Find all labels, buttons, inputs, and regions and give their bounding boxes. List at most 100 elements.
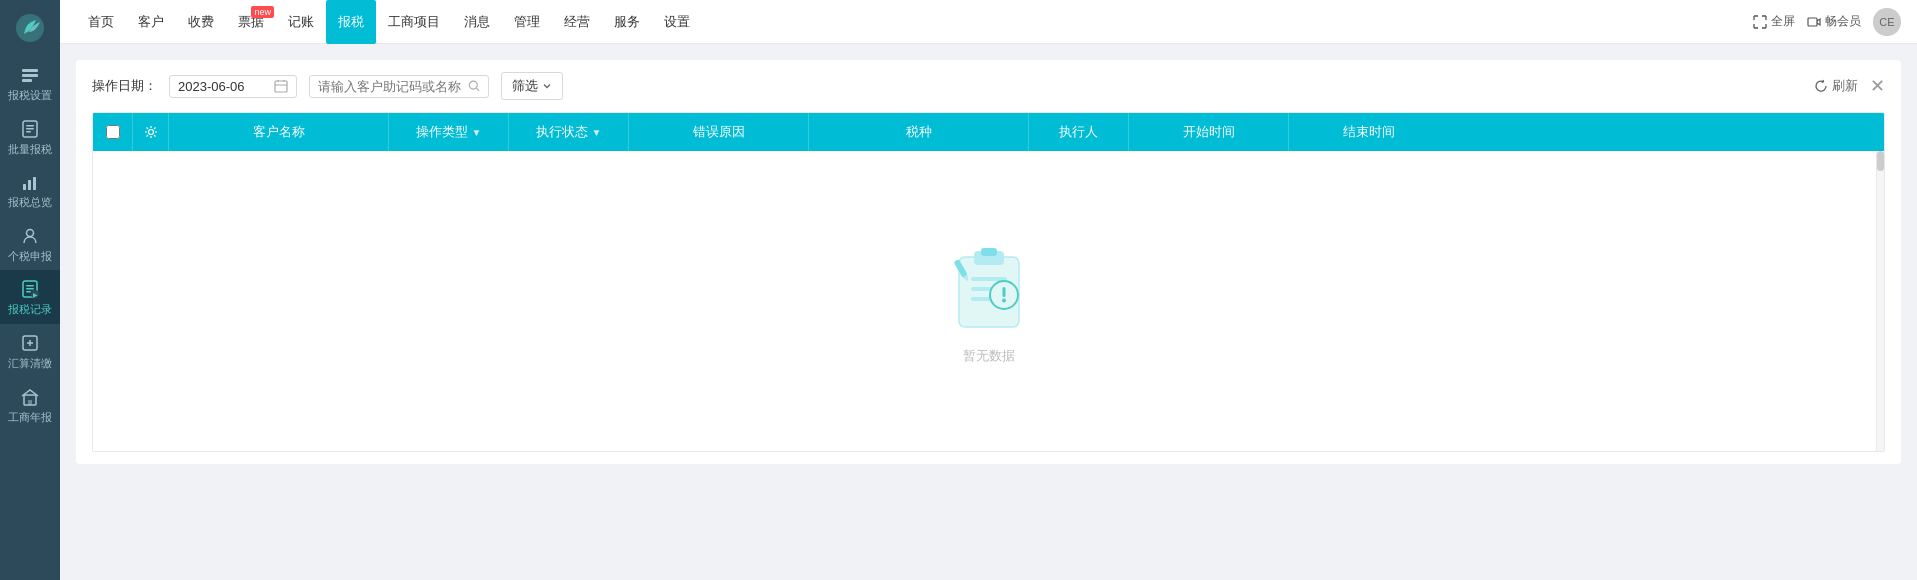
data-table: 客户名称 操作类型 ▼ 执行状态 ▼ 错误原因 税种: [92, 112, 1885, 452]
content-panel: 操作日期： 筛选: [76, 60, 1901, 464]
person-icon: [19, 225, 41, 247]
sort-icon-operation[interactable]: ▼: [472, 127, 482, 138]
nav-item-gongshang-xiangmu[interactable]: 工商项目: [376, 0, 452, 44]
svg-rect-3: [22, 79, 32, 82]
nav-right: 全屏 畅会员 CE: [1753, 8, 1901, 36]
top-nav: 首页 客户 收费 票据 new 记账 报税 工商项目 消息 管理 经营: [60, 0, 1917, 44]
th-checkbox[interactable]: [93, 113, 133, 151]
svg-rect-20: [28, 400, 32, 405]
calendar-icon: [274, 79, 288, 93]
svg-rect-29: [981, 248, 997, 256]
search-wrapper[interactable]: [309, 75, 489, 98]
th-client-name: 客户名称: [169, 113, 389, 151]
calculate-icon: [19, 332, 41, 354]
svg-rect-14: [26, 288, 34, 290]
user-avatar[interactable]: CE: [1873, 8, 1901, 36]
th-settings[interactable]: [133, 113, 169, 151]
svg-rect-24: [275, 81, 287, 92]
nav-item-piaoju[interactable]: 票据 new: [226, 0, 276, 44]
svg-rect-15: [26, 291, 31, 293]
svg-rect-2: [22, 74, 38, 77]
th-operation-type: 操作类型 ▼: [389, 113, 509, 151]
svg-point-11: [27, 229, 34, 236]
nav-item-guanli[interactable]: 管理: [502, 0, 552, 44]
search-input[interactable]: [318, 79, 462, 94]
svg-rect-1: [22, 69, 38, 72]
date-input[interactable]: [178, 79, 268, 94]
sidebar-label-piliang-baoshui: 批量报税: [8, 143, 52, 156]
refresh-button[interactable]: 刷新: [1814, 77, 1858, 95]
sidebar-item-gongshangnianba[interactable]: 工商年报: [0, 378, 60, 432]
video-icon: [1807, 15, 1821, 29]
sidebar-label-gongshangnianba: 工商年报: [8, 411, 52, 424]
table-header: 客户名称 操作类型 ▼ 执行状态 ▼ 错误原因 税种: [93, 113, 1884, 151]
refresh-icon: [1814, 79, 1828, 93]
nav-item-baoshui[interactable]: 报税: [326, 0, 376, 44]
sidebar-item-huisuan-jiaona[interactable]: 汇算清缴: [0, 324, 60, 378]
nav-item-shezhi[interactable]: 设置: [652, 0, 702, 44]
svg-rect-6: [26, 128, 34, 130]
scrollbar-thumb[interactable]: [1877, 151, 1884, 171]
date-label: 操作日期：: [92, 77, 157, 95]
nav-item-jingying[interactable]: 经营: [552, 0, 602, 44]
chevron-down-icon: [542, 81, 552, 91]
filter-button[interactable]: 筛选: [501, 72, 563, 100]
nav-item-shoufei[interactable]: 收费: [176, 0, 226, 44]
sidebar-item-geshuishenbao[interactable]: 个税申报: [0, 217, 60, 271]
empty-illustration: [939, 237, 1039, 347]
app-logo: [10, 8, 50, 48]
nav-item-shouye[interactable]: 首页: [76, 0, 126, 44]
svg-point-26: [148, 130, 153, 135]
sidebar-label-baoshui-shezhi: 报税设置: [8, 89, 52, 102]
th-exec-status: 执行状态 ▼: [509, 113, 629, 151]
new-badge: new: [251, 6, 274, 19]
svg-rect-21: [1808, 18, 1817, 26]
svg-rect-9: [28, 180, 31, 190]
scrollbar[interactable]: [1876, 151, 1884, 451]
sidebar-item-baoshui-jilu[interactable]: ▶ 报税记录: [0, 270, 60, 324]
sidebar-label-baoshui-zongluan: 报税总览: [8, 196, 52, 209]
svg-rect-8: [23, 184, 26, 190]
th-tax-type: 税种: [809, 113, 1029, 151]
company-icon: [19, 386, 41, 408]
table-body: 暂无数据: [93, 151, 1884, 451]
sidebar-label-baoshui-jilu: 报税记录: [8, 303, 52, 316]
sidebar-item-baoshui-zongluan[interactable]: 报税总览: [0, 163, 60, 217]
content: 操作日期： 筛选: [60, 44, 1917, 580]
toolbar-right: 刷新 ✕: [1814, 77, 1885, 95]
sort-icon-exec-status[interactable]: ▼: [592, 127, 602, 138]
svg-rect-34: [1002, 287, 1005, 297]
nav-item-xiaoxi[interactable]: 消息: [452, 0, 502, 44]
date-input-wrapper[interactable]: [169, 75, 297, 98]
nav-item-jizhang[interactable]: 记账: [276, 0, 326, 44]
svg-text:▶: ▶: [33, 292, 38, 298]
svg-rect-5: [26, 125, 34, 127]
svg-point-35: [1002, 299, 1006, 303]
member-btn[interactable]: 畅会员: [1807, 13, 1861, 30]
svg-rect-13: [26, 285, 34, 287]
overview-icon: [19, 171, 41, 193]
sidebar-item-baoshui-shezhi[interactable]: 报税设置: [0, 56, 60, 110]
fullscreen-btn[interactable]: 全屏: [1753, 13, 1795, 30]
sidebar-label-geshuishenbao: 个税申报: [8, 250, 52, 263]
nav-item-kehu[interactable]: 客户: [126, 0, 176, 44]
record-icon: ▶: [19, 278, 41, 300]
svg-rect-7: [26, 131, 31, 133]
close-button[interactable]: ✕: [1870, 77, 1885, 95]
empty-text: 暂无数据: [963, 347, 1015, 365]
th-start-time: 开始时间: [1129, 113, 1289, 151]
main-area: 首页 客户 收费 票据 new 记账 报税 工商项目 消息 管理 经营: [60, 0, 1917, 580]
settings-icon: [19, 64, 41, 86]
fullscreen-icon: [1753, 15, 1767, 29]
empty-state: 暂无数据: [939, 197, 1039, 405]
th-executor: 执行人: [1029, 113, 1129, 151]
select-all-checkbox[interactable]: [106, 125, 120, 139]
svg-rect-10: [33, 177, 36, 190]
gear-icon: [144, 125, 158, 139]
th-end-time: 结束时间: [1289, 113, 1449, 151]
nav-item-fuwu[interactable]: 服务: [602, 0, 652, 44]
th-error-reason: 错误原因: [629, 113, 809, 151]
svg-text:CE: CE: [1879, 16, 1894, 28]
sidebar-item-piliang-baoshui[interactable]: 批量报税: [0, 110, 60, 164]
sidebar: 报税设置 批量报税 报税总览: [0, 0, 60, 580]
